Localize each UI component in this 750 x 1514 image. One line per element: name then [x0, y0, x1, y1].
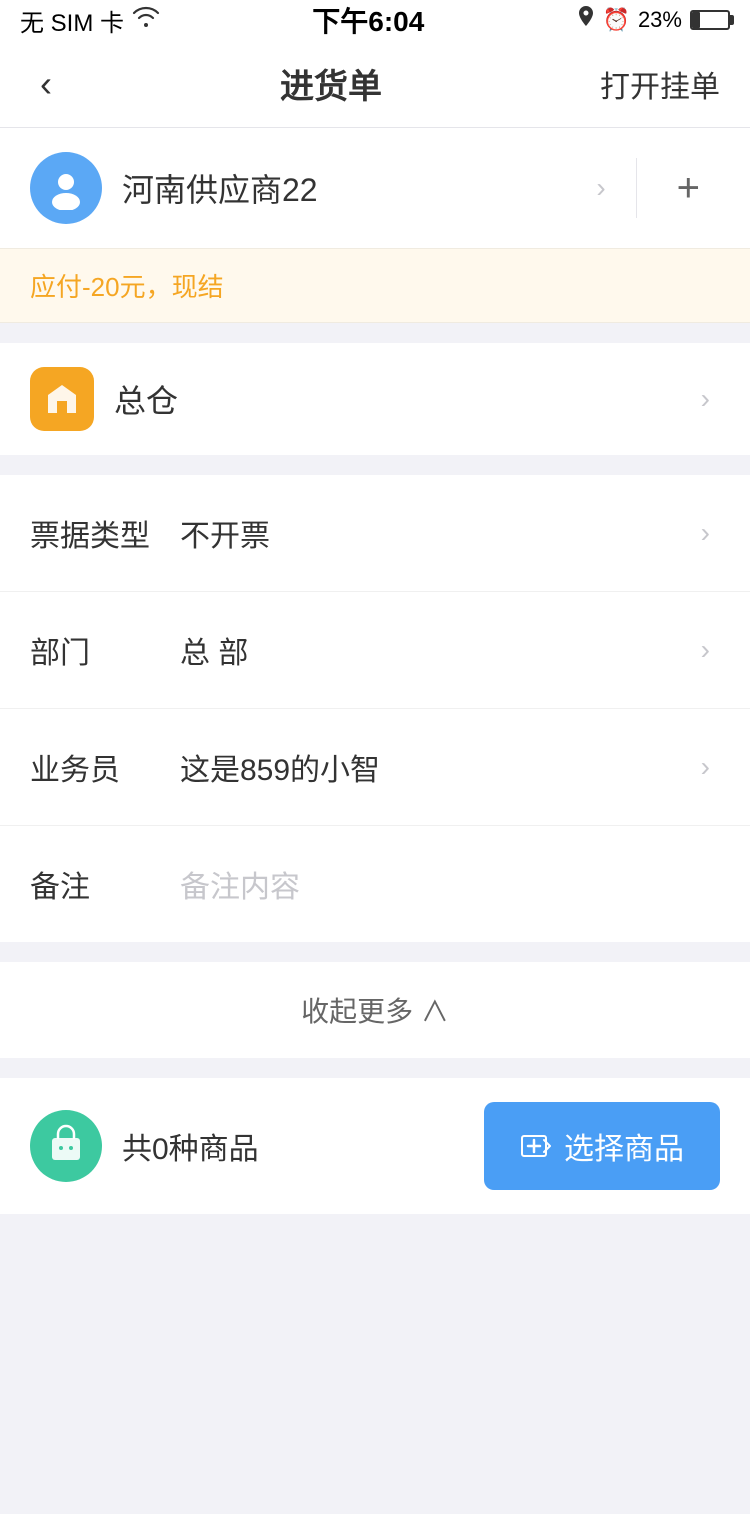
supplier-name: 河南供应商22	[122, 165, 596, 211]
warehouse-section: 总仓 ›	[0, 343, 750, 455]
notice-bar: 应付-20元，现结	[0, 248, 750, 323]
notice-text: 应付-20元，现结	[30, 272, 224, 302]
product-count: 共0种商品	[122, 1124, 484, 1168]
status-left: 无 SIM 卡	[20, 3, 160, 38]
status-time: 下午6:04	[312, 0, 424, 40]
supplier-avatar	[30, 152, 102, 224]
invoice-row[interactable]: 票据类型 不开票 ›	[0, 475, 750, 592]
status-bar: 无 SIM 卡 下午6:04 ⏰ 23%	[0, 0, 750, 40]
salesman-chevron-icon: ›	[701, 751, 710, 783]
supplier-row[interactable]: 河南供应商22 › +	[0, 128, 750, 248]
invoice-chevron-icon: ›	[701, 517, 710, 549]
main-content: 河南供应商22 › + 应付-20元，现结 总仓 › 票据类型 不开票	[0, 128, 750, 1514]
salesman-row[interactable]: 业务员 这是859的小智 ›	[0, 709, 750, 826]
department-label: 部门	[30, 628, 160, 672]
product-section: 共0种商品 选择商品	[0, 1078, 750, 1214]
department-value: 总 部	[160, 628, 701, 672]
nav-bar: ‹ 进货单 打开挂单	[0, 40, 750, 128]
collapse-section: 收起更多 ∧	[0, 962, 750, 1058]
supplier-chevron-icon: ›	[596, 172, 605, 204]
back-button[interactable]: ‹	[30, 53, 62, 115]
battery-icon	[690, 10, 730, 30]
alarm-icon: ⏰	[603, 7, 630, 33]
page-title: 进货单	[280, 59, 382, 108]
salesman-value: 这是859的小智	[160, 745, 701, 789]
open-pending-button[interactable]: 打开挂单	[600, 62, 720, 106]
department-row[interactable]: 部门 总 部 ›	[0, 592, 750, 709]
carrier-label: 无 SIM 卡	[20, 3, 124, 38]
remark-row[interactable]: 备注 备注内容	[0, 826, 750, 942]
department-chevron-icon: ›	[701, 634, 710, 666]
supplier-divider	[636, 158, 637, 218]
select-product-button[interactable]: 选择商品	[484, 1102, 720, 1190]
select-product-label: 选择商品	[564, 1124, 684, 1168]
location-icon	[577, 6, 595, 34]
warehouse-name: 总仓	[114, 376, 701, 422]
salesman-label: 业务员	[30, 745, 160, 789]
warehouse-row[interactable]: 总仓 ›	[0, 343, 750, 455]
invoice-label: 票据类型	[30, 511, 160, 555]
remark-label: 备注	[30, 862, 160, 906]
product-icon	[30, 1110, 102, 1182]
form-section: 票据类型 不开票 › 部门 总 部 › 业务员 这是859的小智 › 备注 备注…	[0, 475, 750, 942]
add-button[interactable]: +	[657, 156, 720, 221]
supplier-section: 河南供应商22 › + 应付-20元，现结	[0, 128, 750, 323]
battery-percent: 23%	[638, 7, 682, 33]
status-right: ⏰ 23%	[577, 6, 730, 34]
remark-input[interactable]: 备注内容	[160, 862, 720, 906]
wifi-icon	[132, 6, 160, 34]
collapse-button[interactable]: 收起更多 ∧	[301, 996, 449, 1027]
warehouse-chevron-icon: ›	[701, 383, 710, 415]
warehouse-icon	[30, 367, 94, 431]
bottom-area	[0, 1214, 750, 1514]
invoice-value: 不开票	[160, 511, 701, 555]
